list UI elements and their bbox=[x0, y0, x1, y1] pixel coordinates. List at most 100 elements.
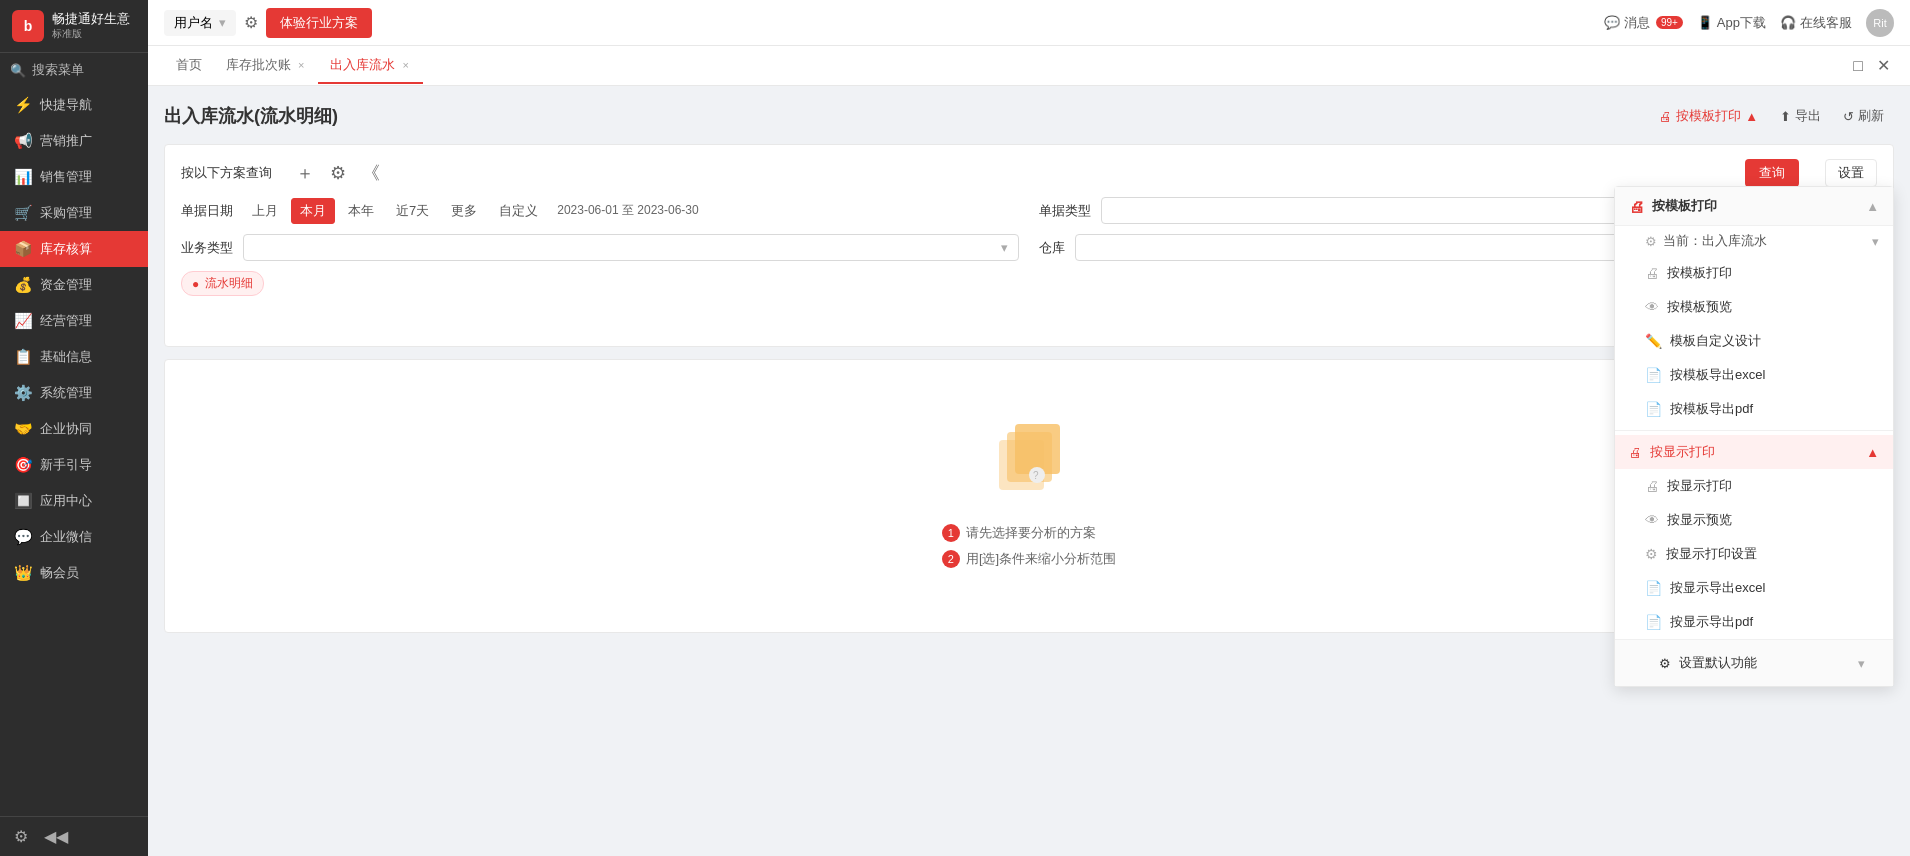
finance-label: 资金管理 bbox=[40, 276, 92, 294]
warehouse-label: 仓库 bbox=[1039, 239, 1065, 257]
tip-text-2: 用[选]条件来缩小分析范围 bbox=[966, 546, 1116, 572]
dropdown-template-export-excel[interactable]: 📄 按模板导出excel bbox=[1615, 358, 1893, 392]
filter-section-left: 单据日期 上月 本月 本年 近7天 bbox=[181, 198, 1019, 224]
set-default-arrow: ▾ bbox=[1858, 656, 1865, 671]
print-template-btn[interactable]: 🖨 按模板打印 ▲ bbox=[1649, 102, 1768, 130]
topbar: 用户名 ▾ ⚙ 体验行业方案 💬 消息 99+ 📱 App下载 🎧 在线客服 R… bbox=[148, 0, 1910, 46]
dropdown-display-print[interactable]: 🖨 按显示打印 bbox=[1615, 469, 1893, 503]
filter-add-btn[interactable]: ＋ bbox=[292, 161, 318, 185]
page-header-actions: 🖨 按模板打印 ▲ ⬆ 导出 ↺ 刷新 bbox=[1649, 102, 1894, 130]
sidebar-item-wechat[interactable]: 💬 企业微信 bbox=[0, 519, 148, 555]
filter-add-controls: ＋ ⚙ 《 bbox=[292, 161, 384, 185]
date-tab-more[interactable]: 更多 bbox=[442, 198, 486, 224]
refresh-icon: ↺ bbox=[1843, 109, 1854, 124]
tab-batch-ledger-close[interactable]: × bbox=[296, 59, 306, 71]
app-center-label: 应用中心 bbox=[40, 492, 92, 510]
tab-home[interactable]: 首页 bbox=[164, 48, 214, 84]
sidebar-item-app-center[interactable]: 🔲 应用中心 bbox=[0, 483, 148, 519]
search-label: 搜索菜单 bbox=[32, 61, 84, 79]
flow-detail-tag[interactable]: ● 流水明细 bbox=[181, 271, 264, 296]
dropdown-display-print-settings[interactable]: ⚙ 按显示打印设置 bbox=[1615, 537, 1893, 571]
filter-settings-btn[interactable]: ⚙ bbox=[326, 162, 350, 184]
basic-label: 基础信息 bbox=[40, 348, 92, 366]
trial-btn[interactable]: 体验行业方案 bbox=[266, 8, 372, 38]
refresh-btn[interactable]: ↺ 刷新 bbox=[1833, 102, 1894, 130]
finance-icon: 💰 bbox=[14, 276, 32, 294]
display-settings-label: 按显示打印设置 bbox=[1666, 545, 1757, 563]
tab-restore-btn[interactable]: □ bbox=[1849, 53, 1867, 79]
member-icon: 👑 bbox=[14, 564, 32, 582]
app-download-label: App下载 bbox=[1717, 14, 1766, 32]
date-tab-this-month[interactable]: 本月 bbox=[291, 198, 335, 224]
print-label: 按模板打印 bbox=[1676, 107, 1741, 125]
tab-batch-ledger[interactable]: 库存批次账 × bbox=[214, 48, 318, 84]
tab-inout-flow-label: 出入库流水 bbox=[330, 56, 395, 74]
page-content: 出入库流水(流水明细) 🖨 按模板打印 ▲ ⬆ 导出 ↺ 刷新 bbox=[148, 86, 1910, 856]
dropdown-display-print-header[interactable]: 🖨 按显示打印 ▲ bbox=[1615, 435, 1893, 469]
dropdown-collapse-icon[interactable]: ▲ bbox=[1866, 199, 1879, 214]
current-arrow: ▾ bbox=[1872, 234, 1879, 249]
app-edition: 标准版 bbox=[52, 27, 130, 41]
sidebar-item-guide[interactable]: 🎯 新手引导 bbox=[0, 447, 148, 483]
sidebar-item-operation[interactable]: 📈 经营管理 bbox=[0, 303, 148, 339]
dropdown-display-export-excel[interactable]: 📄 按显示导出excel bbox=[1615, 571, 1893, 605]
template-print-icon: 🖨 bbox=[1645, 265, 1659, 281]
sidebar-item-basic[interactable]: 📋 基础信息 bbox=[0, 339, 148, 375]
purchase-label: 采购管理 bbox=[40, 204, 92, 222]
sidebar-item-inventory[interactable]: 📦 库存核算 bbox=[0, 231, 148, 267]
sidebar-collapse-icon[interactable]: ◀◀ bbox=[44, 827, 68, 846]
tab-inout-flow-close[interactable]: × bbox=[400, 59, 410, 71]
display-pdf-icon: 📄 bbox=[1645, 614, 1662, 630]
topbar-gear-icon[interactable]: ⚙ bbox=[244, 13, 258, 32]
cooperation-label: 企业协同 bbox=[40, 420, 92, 438]
empty-tip-1: 1 请先选择要分析的方案 bbox=[942, 520, 1116, 546]
sidebar-item-system[interactable]: ⚙️ 系统管理 bbox=[0, 375, 148, 411]
service-btn[interactable]: 🎧 在线客服 bbox=[1780, 14, 1852, 32]
tab-close-all-btn[interactable]: ✕ bbox=[1873, 52, 1894, 79]
user-selector[interactable]: 用户名 ▾ bbox=[164, 10, 236, 36]
dropdown-template-custom[interactable]: ✏️ 模板自定义设计 bbox=[1615, 324, 1893, 358]
app-download-btn[interactable]: 📱 App下载 bbox=[1697, 14, 1766, 32]
operation-icon: 📈 bbox=[14, 312, 32, 330]
date-tab-this-year[interactable]: 本年 bbox=[339, 198, 383, 224]
business-type-select[interactable]: ▾ bbox=[243, 234, 1019, 261]
dropdown-header-title: 按模板打印 bbox=[1652, 197, 1717, 215]
sidebar-item-cooperation[interactable]: 🤝 企业协同 bbox=[0, 411, 148, 447]
sidebar-item-finance[interactable]: 💰 资金管理 bbox=[0, 267, 148, 303]
user-avatar[interactable]: Rit bbox=[1866, 9, 1894, 37]
display-print-section-label: 按显示打印 bbox=[1650, 443, 1715, 461]
dropdown-display-export-pdf[interactable]: 📄 按显示导出pdf bbox=[1615, 605, 1893, 639]
current-icon: ⚙ bbox=[1645, 234, 1657, 249]
sidebar-item-marketing[interactable]: 📢 营销推广 bbox=[0, 123, 148, 159]
sidebar-item-purchase[interactable]: 🛒 采购管理 bbox=[0, 195, 148, 231]
filter-collapse-left-btn[interactable]: 《 bbox=[358, 161, 384, 185]
tip-text-1: 请先选择要分析的方案 bbox=[966, 520, 1096, 546]
tab-home-label: 首页 bbox=[176, 56, 202, 74]
settings-btn[interactable]: 设置 bbox=[1825, 159, 1877, 187]
dropdown-template-print[interactable]: 🖨 按模板打印 bbox=[1615, 256, 1893, 290]
dropdown-template-export-pdf[interactable]: 📄 按模板导出pdf bbox=[1615, 392, 1893, 426]
tab-batch-ledger-label: 库存批次账 bbox=[226, 56, 291, 74]
user-dropdown-icon: ▾ bbox=[219, 15, 226, 30]
display-preview-label: 按显示预览 bbox=[1667, 511, 1732, 529]
sidebar-search[interactable]: 🔍 搜索菜单 bbox=[0, 53, 148, 87]
empty-icon: ? bbox=[989, 420, 1069, 500]
sidebar-item-member[interactable]: 👑 畅会员 bbox=[0, 555, 148, 591]
message-btn[interactable]: 💬 消息 99+ bbox=[1604, 14, 1683, 32]
dropdown-template-preview[interactable]: 👁 按模板预览 bbox=[1615, 290, 1893, 324]
sidebar-item-sales[interactable]: 📊 销售管理 bbox=[0, 159, 148, 195]
sidebar-item-quick-nav[interactable]: ⚡ 快捷导航 bbox=[0, 87, 148, 123]
business-type-arrow: ▾ bbox=[1001, 240, 1008, 255]
sales-icon: 📊 bbox=[14, 168, 32, 186]
date-tab-last-7[interactable]: 近7天 bbox=[387, 198, 438, 224]
date-tab-last-month[interactable]: 上月 bbox=[243, 198, 287, 224]
tab-inout-flow[interactable]: 出入库流水 × bbox=[318, 48, 422, 84]
service-icon: 🎧 bbox=[1780, 15, 1796, 30]
dropdown-display-preview[interactable]: 👁 按显示预览 bbox=[1615, 503, 1893, 537]
date-tab-custom[interactable]: 自定义 bbox=[490, 198, 547, 224]
svg-text:?: ? bbox=[1033, 470, 1039, 481]
export-btn[interactable]: ⬆ 导出 bbox=[1770, 102, 1831, 130]
query-btn[interactable]: 查询 bbox=[1745, 159, 1799, 187]
set-default-btn[interactable]: ⚙ 设置默认功能 ▾ bbox=[1629, 648, 1879, 678]
sidebar-settings-icon[interactable]: ⚙ bbox=[14, 827, 28, 846]
